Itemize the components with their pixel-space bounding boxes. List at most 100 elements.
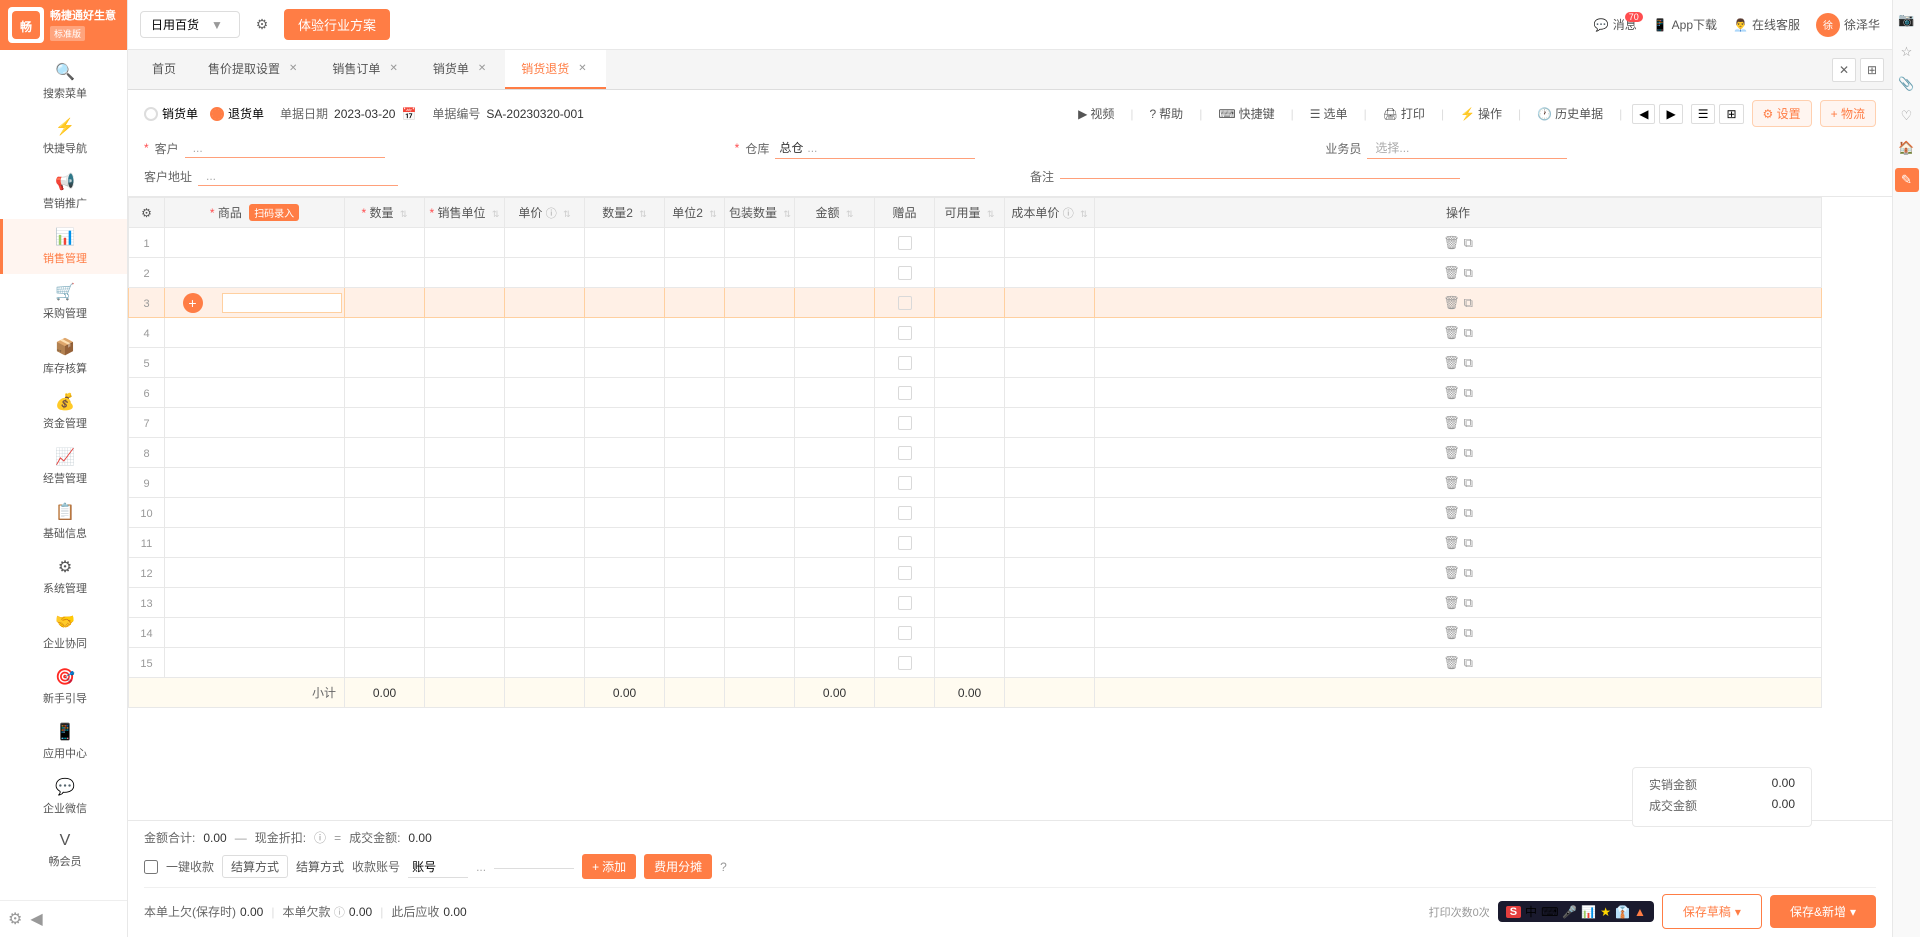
gift-cell[interactable] xyxy=(875,648,935,678)
taskbar-icon1[interactable]: 中 xyxy=(1525,903,1537,920)
fee-split-button[interactable]: 费用分摊 xyxy=(644,854,712,879)
price-cell[interactable] xyxy=(505,558,585,588)
sidebar-item-basic-info[interactable]: 📋 基础信息 xyxy=(0,494,127,549)
unit2-cell[interactable] xyxy=(665,288,725,318)
product-cell[interactable] xyxy=(165,348,345,378)
toolbar-operation-btn[interactable]: ⚡ 操作 xyxy=(1454,102,1508,125)
fee-help-icon[interactable]: ? xyxy=(720,860,727,874)
taskbar-icon6[interactable]: 👔 xyxy=(1615,905,1630,919)
amount-cell[interactable] xyxy=(795,588,875,618)
unit2-cell[interactable] xyxy=(665,408,725,438)
unit2-cell[interactable] xyxy=(665,558,725,588)
setting-button[interactable]: ⚙ 设置 xyxy=(1752,100,1812,127)
unit2-cell[interactable] xyxy=(665,228,725,258)
product-cell[interactable] xyxy=(165,588,345,618)
tab-maximize-button[interactable]: ⊞ xyxy=(1860,58,1884,82)
gift-cell[interactable] xyxy=(875,258,935,288)
notification-button[interactable]: 💬 消息 70 xyxy=(1594,16,1637,33)
delete-icon[interactable]: 🗑 xyxy=(1443,235,1460,251)
delete-icon[interactable]: 🗑 xyxy=(1443,415,1460,431)
unit2-cell[interactable] xyxy=(665,498,725,528)
product-cell[interactable] xyxy=(165,498,345,528)
amount-cell[interactable] xyxy=(795,648,875,678)
unit-cell[interactable] xyxy=(425,468,505,498)
delete-icon[interactable]: 🗑 xyxy=(1443,385,1460,401)
unit-cell[interactable] xyxy=(425,378,505,408)
qty-cell[interactable] xyxy=(345,378,425,408)
account-input[interactable]: 账号 xyxy=(408,856,468,878)
unit-cell[interactable] xyxy=(425,318,505,348)
pkg-sort-icon[interactable]: ⇅ xyxy=(783,209,791,219)
sidebar-item-search[interactable]: 🔍 搜索菜单 xyxy=(0,54,127,109)
gift-checkbox[interactable] xyxy=(898,386,912,400)
toolbar-select-btn[interactable]: ☰ 选单 xyxy=(1304,102,1354,125)
trial-button[interactable]: 体验行业方案 xyxy=(284,9,390,40)
sidebar-item-enterprise-wechat[interactable]: 💬 企业微信 xyxy=(0,769,127,824)
settings-gear-button[interactable]: ⚙ xyxy=(248,11,276,39)
qty-cell[interactable] xyxy=(345,348,425,378)
tab-price-setup-close[interactable]: ✕ xyxy=(286,62,300,75)
sidebar-item-system[interactable]: ⚙ 系统管理 xyxy=(0,549,127,604)
tab-sales-delivery-close[interactable]: ✕ xyxy=(475,62,489,75)
pkg-cell[interactable] xyxy=(725,318,795,348)
qty2-cell[interactable] xyxy=(585,438,665,468)
qty2-cell[interactable] xyxy=(585,558,665,588)
right-tool-star[interactable]: ☆ xyxy=(1895,40,1919,64)
sidebar-item-finance[interactable]: 💰 资金管理 xyxy=(0,384,127,439)
copy-icon[interactable]: ⧉ xyxy=(1464,355,1473,371)
amount-cell[interactable] xyxy=(795,438,875,468)
price-cell[interactable] xyxy=(505,228,585,258)
delete-icon[interactable]: 🗑 xyxy=(1443,625,1460,641)
unit2-cell[interactable] xyxy=(665,528,725,558)
delete-icon[interactable]: 🗑 xyxy=(1443,295,1460,311)
qty2-cell[interactable] xyxy=(585,318,665,348)
gift-checkbox[interactable] xyxy=(898,446,912,460)
cost-info-icon[interactable]: ⓘ xyxy=(1063,208,1074,220)
unit2-cell[interactable] xyxy=(665,348,725,378)
gift-cell[interactable] xyxy=(875,588,935,618)
pkg-cell[interactable] xyxy=(725,228,795,258)
sidebar-item-quick-nav[interactable]: ⚡ 快捷导航 xyxy=(0,109,127,164)
customer-input[interactable]: ... xyxy=(185,139,385,158)
price-cell[interactable] xyxy=(505,438,585,468)
tab-close-button[interactable]: ✕ xyxy=(1832,58,1856,82)
tab-sales-order[interactable]: 销售订单 ✕ xyxy=(316,50,416,89)
amount-cell[interactable] xyxy=(795,468,875,498)
amount-cell[interactable] xyxy=(795,378,875,408)
gift-checkbox[interactable] xyxy=(898,296,912,310)
gift-cell[interactable] xyxy=(875,288,935,318)
price-cell[interactable] xyxy=(505,618,585,648)
product-cell[interactable] xyxy=(165,528,345,558)
price-cell[interactable] xyxy=(505,378,585,408)
unit2-cell[interactable] xyxy=(665,378,725,408)
date-value[interactable]: 2023-03-20 xyxy=(334,107,395,121)
sidebar-item-purchase[interactable]: 🛒 采购管理 xyxy=(0,274,127,329)
save-new-button[interactable]: 保存&新增 ▾ xyxy=(1770,895,1876,928)
gift-cell[interactable] xyxy=(875,378,935,408)
qty-cell[interactable] xyxy=(345,408,425,438)
product-cell[interactable] xyxy=(165,378,345,408)
unit-cell[interactable] xyxy=(425,588,505,618)
col-settings-header[interactable]: ⚙ xyxy=(129,198,165,228)
sidebar-item-newbie[interactable]: 🎯 新手引导 xyxy=(0,659,127,714)
copy-icon[interactable]: ⧉ xyxy=(1464,505,1473,521)
qty-cell[interactable] xyxy=(345,498,425,528)
gift-cell[interactable] xyxy=(875,438,935,468)
qty2-cell[interactable] xyxy=(585,498,665,528)
tab-home[interactable]: 首页 xyxy=(136,50,192,89)
amount-cell[interactable] xyxy=(795,618,875,648)
product-cell[interactable] xyxy=(165,438,345,468)
qty-cell[interactable] xyxy=(345,468,425,498)
gift-checkbox[interactable] xyxy=(898,236,912,250)
delete-icon[interactable]: 🗑 xyxy=(1443,505,1460,521)
gift-checkbox[interactable] xyxy=(898,626,912,640)
price-cell[interactable] xyxy=(505,498,585,528)
price-info-icon[interactable]: ⓘ xyxy=(546,208,557,220)
pkg-cell[interactable] xyxy=(725,528,795,558)
qty2-cell[interactable] xyxy=(585,258,665,288)
avail-sort-icon[interactable]: ⇅ xyxy=(987,209,995,219)
qty-cell[interactable] xyxy=(345,228,425,258)
price-cell[interactable] xyxy=(505,588,585,618)
note-input[interactable] xyxy=(1060,174,1460,179)
right-tool-home[interactable]: 🏠 xyxy=(1895,136,1919,160)
